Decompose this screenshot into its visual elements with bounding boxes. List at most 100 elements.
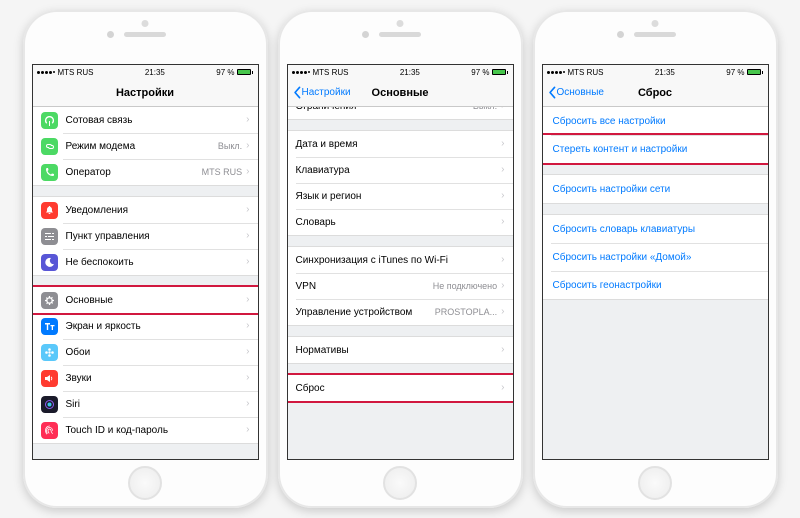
- phone-2: MTS RUS 21:35 97 % Настройки Основные Ог…: [278, 10, 523, 508]
- settings-row-finger[interactable]: Touch ID и код-пароль›: [33, 417, 258, 443]
- reset-row[interactable]: Сбросить словарь клавиатуры: [543, 215, 768, 243]
- row-label: Пункт управления: [66, 231, 247, 242]
- general-row[interactable]: Язык и регион›: [288, 183, 513, 209]
- page-title: Основные: [372, 87, 429, 99]
- row-label: Основные: [66, 295, 247, 306]
- phone-icon: [41, 164, 58, 181]
- finger-icon: [41, 422, 58, 439]
- clock: 21:35: [655, 68, 675, 77]
- chevron-right-icon: ›: [501, 307, 504, 317]
- row-label: Сбросить все настройки: [553, 116, 760, 127]
- signal-icon: [547, 71, 565, 74]
- home-button[interactable]: [128, 466, 162, 500]
- row-label: Сброс: [296, 383, 502, 394]
- screen-reset: MTS RUS 21:35 97 % Основные Сброс Сброси…: [542, 64, 769, 460]
- battery-pct: 97 %: [726, 68, 744, 77]
- nav-bar: Настройки: [33, 79, 258, 107]
- chevron-left-icon: [547, 86, 557, 99]
- clock: 21:35: [400, 68, 420, 77]
- row-label: Клавиатура: [296, 165, 502, 176]
- settings-row-gear[interactable]: Основные›: [33, 287, 258, 313]
- general-row[interactable]: VPNНе подключено›: [288, 273, 513, 299]
- general-row[interactable]: Сброс›: [288, 375, 513, 401]
- general-row[interactable]: Нормативы›: [288, 337, 513, 363]
- reset-list[interactable]: Сбросить все настройки Стереть контент и …: [543, 107, 768, 459]
- settings-row-switches[interactable]: Пункт управления›: [33, 223, 258, 249]
- row-label: Дата и время: [296, 139, 502, 150]
- settings-row-bell[interactable]: Уведомления›: [33, 197, 258, 223]
- battery-pct: 97 %: [216, 68, 234, 77]
- row-label: Нормативы: [296, 345, 502, 356]
- clock: 21:35: [145, 68, 165, 77]
- signal-icon: [37, 71, 55, 74]
- phone-3: MTS RUS 21:35 97 % Основные Сброс Сброси…: [533, 10, 778, 508]
- speaker-icon: [41, 370, 58, 387]
- chevron-right-icon: ›: [501, 165, 504, 175]
- row-label: Звуки: [66, 373, 247, 384]
- settings-list[interactable]: Сотовая связь›Режим модемаВыкл.›Оператор…: [33, 107, 258, 459]
- row-label: Сбросить настройки сети: [553, 184, 760, 195]
- row-value: PROSTOPLA...: [435, 307, 497, 317]
- settings-row-flower[interactable]: Обои›: [33, 339, 258, 365]
- row-value: Выкл.: [473, 107, 497, 111]
- gear-icon: [41, 292, 58, 309]
- carrier-label: MTS RUS: [313, 68, 349, 77]
- chevron-right-icon: ›: [246, 115, 249, 125]
- general-row[interactable]: Управление устройствомPROSTOPLA... ›: [288, 299, 513, 325]
- row-label: Siri: [66, 399, 247, 410]
- reset-row[interactable]: Сбросить геонастройки: [543, 271, 768, 299]
- battery-icon: [492, 69, 508, 75]
- screen-settings: MTS RUS 21:35 97 % Настройки Сотовая свя…: [32, 64, 259, 460]
- antenna-icon: [41, 112, 58, 129]
- chevron-right-icon: ›: [501, 281, 504, 291]
- general-list[interactable]: ОграниченияВыкл.›Дата и время›Клавиатура…: [288, 107, 513, 459]
- home-button[interactable]: [383, 466, 417, 500]
- settings-row-text-size[interactable]: Экран и яркость›: [33, 313, 258, 339]
- row-label: Сбросить геонастройки: [553, 280, 760, 291]
- general-row[interactable]: ОграниченияВыкл.›: [288, 107, 513, 119]
- home-button[interactable]: [638, 466, 672, 500]
- back-button[interactable]: Основные: [547, 86, 604, 99]
- chevron-right-icon: ›: [246, 257, 249, 267]
- row-label: Уведомления: [66, 205, 247, 216]
- chevron-right-icon: ›: [501, 139, 504, 149]
- reset-row[interactable]: Сбросить все настройки: [543, 107, 768, 135]
- battery-icon: [747, 69, 763, 75]
- screen-general: MTS RUS 21:35 97 % Настройки Основные Ог…: [287, 64, 514, 460]
- settings-row-speaker[interactable]: Звуки›: [33, 365, 258, 391]
- settings-row-link[interactable]: Режим модемаВыкл.›: [33, 133, 258, 159]
- reset-row[interactable]: Стереть контент и настройки: [543, 135, 768, 163]
- nav-bar: Настройки Основные: [288, 79, 513, 107]
- chevron-right-icon: ›: [246, 373, 249, 383]
- general-row[interactable]: Синхронизация с iTunes по Wi-Fi›: [288, 247, 513, 273]
- chevron-right-icon: ›: [246, 425, 249, 435]
- row-label: Режим модема: [66, 141, 218, 152]
- row-label: Не беспокоить: [66, 257, 247, 268]
- general-row[interactable]: Дата и время›: [288, 131, 513, 157]
- settings-row-phone[interactable]: ОператорMTS RUS›: [33, 159, 258, 185]
- settings-row-moon[interactable]: Не беспокоить›: [33, 249, 258, 275]
- row-label: Синхронизация с iTunes по Wi-Fi: [296, 255, 502, 266]
- chevron-right-icon: ›: [246, 141, 249, 151]
- carrier-label: MTS RUS: [58, 68, 94, 77]
- battery-pct: 97 %: [471, 68, 489, 77]
- carrier-label: MTS RUS: [568, 68, 604, 77]
- row-label: Язык и регион: [296, 191, 502, 202]
- flower-icon: [41, 344, 58, 361]
- general-row[interactable]: Словарь›: [288, 209, 513, 235]
- reset-row[interactable]: Сбросить настройки «Домой»: [543, 243, 768, 271]
- general-row[interactable]: Клавиатура›: [288, 157, 513, 183]
- battery-icon: [237, 69, 253, 75]
- status-bar: MTS RUS 21:35 97 %: [33, 65, 258, 79]
- row-label: Обои: [66, 347, 247, 358]
- moon-icon: [41, 254, 58, 271]
- settings-row-antenna[interactable]: Сотовая связь›: [33, 107, 258, 133]
- chevron-right-icon: ›: [246, 399, 249, 409]
- row-label: Управление устройством: [296, 307, 435, 318]
- settings-row-siri[interactable]: Siri›: [33, 391, 258, 417]
- siri-icon: [41, 396, 58, 413]
- reset-row[interactable]: Сбросить настройки сети: [543, 175, 768, 203]
- back-button[interactable]: Настройки: [292, 86, 351, 99]
- row-value: Не подключено: [433, 281, 497, 291]
- status-bar: MTS RUS 21:35 97 %: [288, 65, 513, 79]
